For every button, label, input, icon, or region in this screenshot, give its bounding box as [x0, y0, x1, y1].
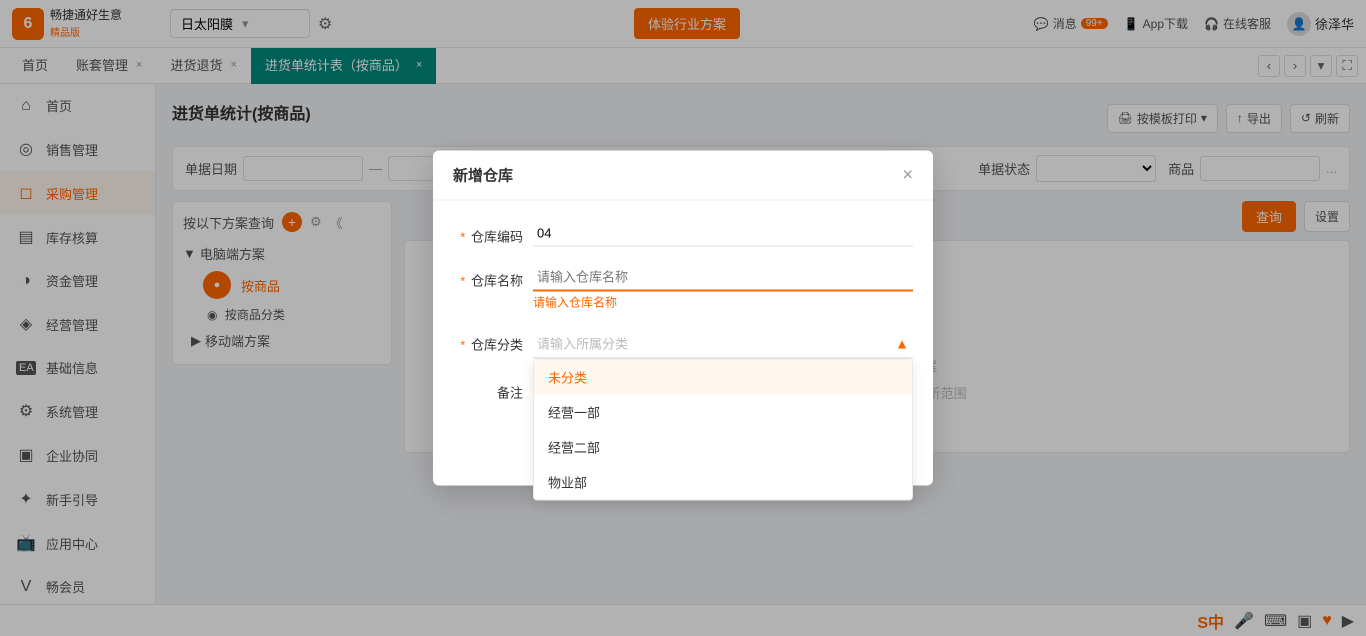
name-control-wrap: 请输入仓库名称: [533, 265, 913, 311]
category-select[interactable]: 请输入所属分类 ▲: [533, 329, 913, 359]
category-chevron-icon: ▲: [895, 335, 909, 351]
name-label: * 仓库名称: [453, 265, 533, 290]
dropdown-item-property[interactable]: 物业部: [534, 465, 912, 500]
dropdown-item-none[interactable]: 未分类: [534, 360, 912, 395]
category-control-wrap: 请输入所属分类 ▲ 未分类 经营一部 经营二部 物业部: [533, 329, 913, 359]
required-star2: *: [460, 274, 465, 289]
modal-title: 新增仓库: [453, 165, 513, 186]
code-control-wrap: [533, 221, 913, 247]
name-error-msg: 请输入仓库名称: [533, 294, 913, 311]
modal-header: 新增仓库 ×: [433, 151, 933, 201]
dropdown-item-ops2[interactable]: 经营二部: [534, 430, 912, 465]
required-star: *: [460, 230, 465, 245]
form-row-code: * 仓库编码: [453, 221, 913, 247]
dropdown-item-ops1[interactable]: 经营一部: [534, 395, 912, 430]
required-star3: *: [460, 338, 465, 353]
name-input[interactable]: [533, 265, 913, 292]
add-warehouse-modal: 新增仓库 × * 仓库编码 * 仓库名称 请输入仓库名称: [433, 151, 933, 486]
form-row-category: * 仓库分类 请输入所属分类 ▲ 未分类 经营一部 经营二部: [453, 329, 913, 359]
note-label: 备注: [453, 377, 533, 402]
code-label: * 仓库编码: [453, 221, 533, 246]
category-dropdown: 未分类 经营一部 经营二部 物业部: [533, 359, 913, 501]
code-input[interactable]: [533, 221, 913, 247]
modal-body: * 仓库编码 * 仓库名称 请输入仓库名称 * 仓库分类: [433, 201, 933, 403]
form-row-name: * 仓库名称 请输入仓库名称: [453, 265, 913, 311]
modal-close-button[interactable]: ×: [902, 165, 913, 186]
category-placeholder: 请输入所属分类: [537, 334, 628, 353]
category-label: * 仓库分类: [453, 329, 533, 354]
